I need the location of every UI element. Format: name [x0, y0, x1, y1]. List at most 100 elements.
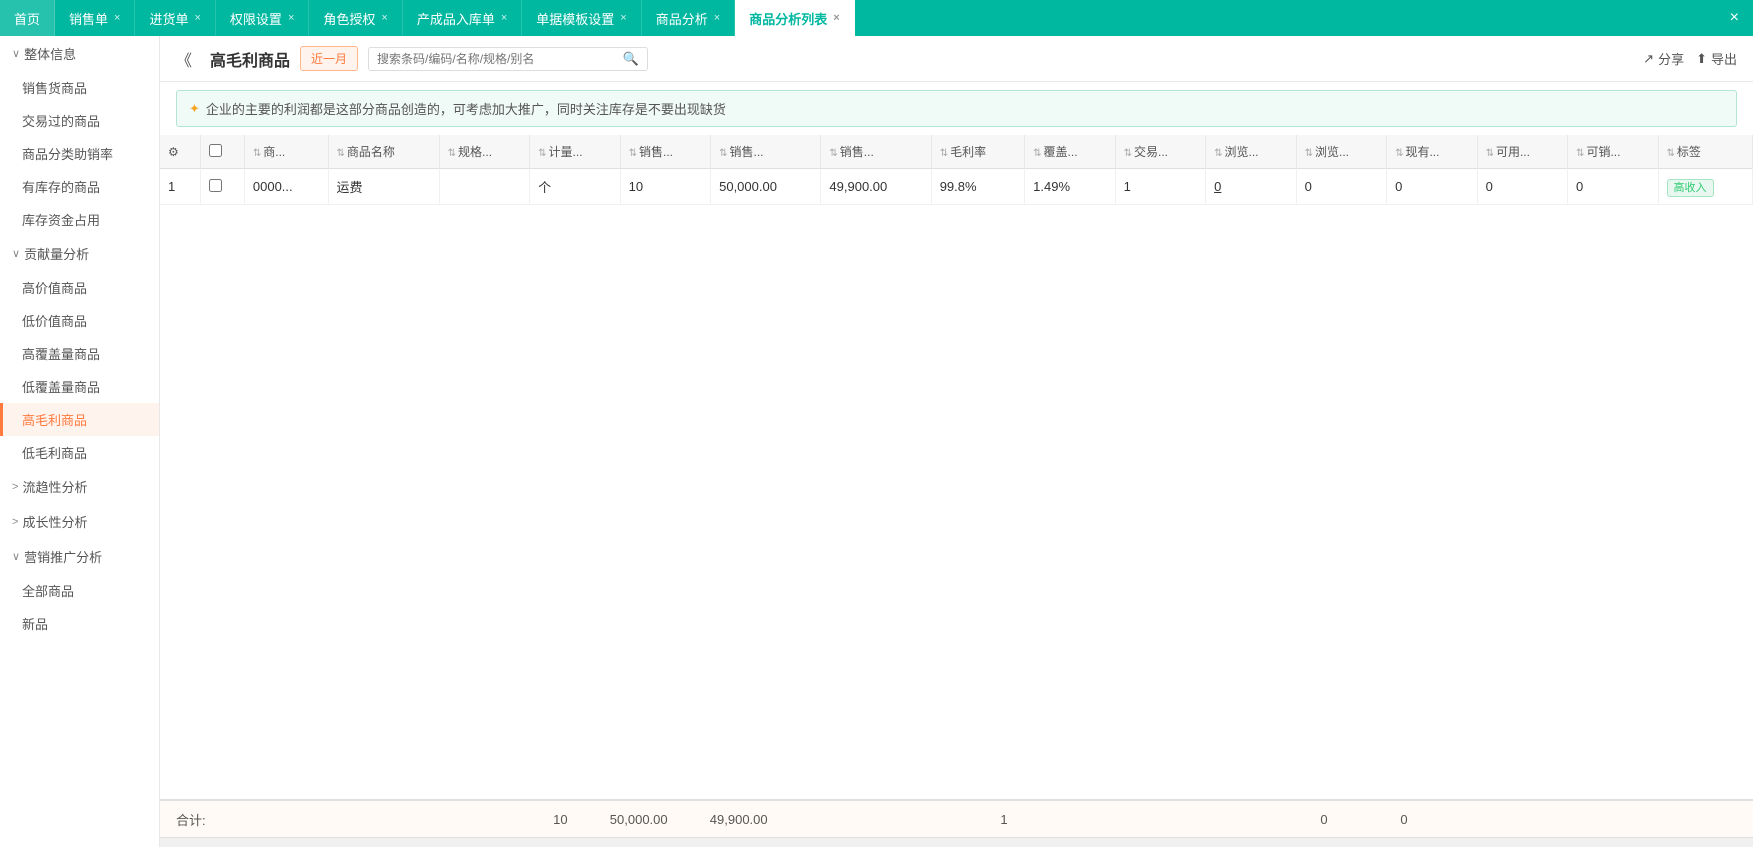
- sidebar-item-高覆盖量商品[interactable]: 高覆盖量商品: [0, 337, 159, 370]
- sidebar-item-商品分类助销率[interactable]: 商品分类助销率: [0, 137, 159, 170]
- sidebar-group-整体信息[interactable]: ∨整体信息: [0, 36, 159, 71]
- sidebar-item-高毛利商品[interactable]: 高毛利商品: [0, 403, 159, 436]
- chevron-icon: >: [12, 516, 18, 528]
- top-nav: 首页销售单 ×进货单 ×权限设置 ×角色授权 ×产成品入库单 ×单据模板设置 ×…: [0, 0, 1753, 36]
- cell-coverage: 1.49%: [1025, 169, 1115, 205]
- nav-close-icon[interactable]: ×: [833, 12, 839, 24]
- cell-checkbox[interactable]: [200, 169, 244, 205]
- col-header-sellable[interactable]: ⇅可销...: [1568, 135, 1658, 169]
- filter-period-button[interactable]: 近一月: [300, 46, 358, 71]
- col-header-browse2[interactable]: ⇅浏览...: [1296, 135, 1386, 169]
- browse-link[interactable]: 0: [1214, 179, 1221, 194]
- sidebar-group-label: 流趋性分析: [22, 477, 87, 496]
- sidebar-group-label: 整体信息: [24, 44, 76, 63]
- window-close-button[interactable]: ×: [1716, 9, 1753, 27]
- sidebar-item-高价值商品[interactable]: 高价值商品: [0, 271, 159, 304]
- footer-cell: [1016, 812, 1096, 827]
- sidebar-group-贡献量分析[interactable]: ∨贡献量分析: [0, 236, 159, 271]
- select-all-checkbox[interactable]: [209, 144, 222, 157]
- page-title: 高毛利商品: [210, 47, 290, 71]
- col-header-tag[interactable]: ⇅标签: [1658, 135, 1752, 169]
- sidebar-item-交易过的商品[interactable]: 交易过的商品: [0, 104, 159, 137]
- sidebar-collapse-button[interactable]: 《: [176, 47, 192, 71]
- col-header-settings[interactable]: ⚙: [160, 135, 200, 169]
- col-header-available[interactable]: ⇅可用...: [1477, 135, 1567, 169]
- nav-item-产成品入库单[interactable]: 产成品入库单 ×: [403, 0, 522, 36]
- col-header-spec[interactable]: ⇅规格...: [439, 135, 529, 169]
- cell-unit: 个: [530, 169, 620, 205]
- nav-item-权限设置[interactable]: 权限设置 ×: [216, 0, 309, 36]
- nav-item-角色授权[interactable]: 角色授权 ×: [309, 0, 402, 36]
- col-header-sales_cost[interactable]: ⇅销售...: [821, 135, 931, 169]
- search-icon[interactable]: 🔍: [623, 51, 639, 67]
- footer-cell: [856, 812, 936, 827]
- export-label: 导出: [1711, 49, 1737, 68]
- chevron-icon: >: [12, 481, 18, 493]
- nav-item-销售单[interactable]: 销售单 ×: [55, 0, 135, 36]
- footer-label: 合计:: [176, 810, 206, 829]
- nav-close-icon[interactable]: ×: [194, 12, 200, 24]
- col-header-coverage[interactable]: ⇅覆盖...: [1025, 135, 1115, 169]
- col-header-unit[interactable]: ⇅计量...: [530, 135, 620, 169]
- col-header-browse1[interactable]: ⇅浏览...: [1206, 135, 1296, 169]
- cell-gross_margin: 99.8%: [931, 169, 1024, 205]
- nav-close-icon[interactable]: ×: [114, 12, 120, 24]
- info-icon: ✦: [189, 101, 200, 117]
- footer-cell: 0: [1336, 812, 1416, 827]
- footer-cell: 50,000.00: [576, 812, 676, 827]
- nav-close-icon[interactable]: ×: [501, 12, 507, 24]
- search-box-container: 🔍: [368, 47, 648, 71]
- sidebar-item-有库存的商品[interactable]: 有库存的商品: [0, 170, 159, 203]
- cell-current_stock: 0: [1387, 169, 1477, 205]
- nav-close-icon[interactable]: ×: [381, 12, 387, 24]
- sidebar-item-低毛利商品[interactable]: 低毛利商品: [0, 436, 159, 469]
- sidebar-group-营销推广分析[interactable]: ∨营销推广分析: [0, 539, 159, 574]
- nav-close-icon[interactable]: ×: [288, 12, 294, 24]
- row-checkbox[interactable]: [209, 179, 222, 192]
- col-header-transaction[interactable]: ⇅交易...: [1115, 135, 1205, 169]
- horizontal-scrollbar[interactable]: [160, 837, 1753, 847]
- nav-close-icon[interactable]: ×: [714, 12, 720, 24]
- nav-item-单据模板设置[interactable]: 单据模板设置 ×: [522, 0, 641, 36]
- search-input[interactable]: [377, 52, 623, 66]
- sidebar-group-流趋性分析[interactable]: > 流趋性分析: [0, 469, 159, 504]
- footer-cell: [1176, 812, 1256, 827]
- footer-cell: [236, 812, 496, 827]
- nav-item-商品分析列表[interactable]: 商品分析列表 ×: [735, 0, 854, 36]
- table-wrapper[interactable]: ⚙⇅商...⇅商品名称⇅规格...⇅计量...⇅销售...⇅销售...⇅销售..…: [160, 135, 1753, 799]
- footer-values: 1050,000.0049,900.00100: [236, 812, 1737, 827]
- col-header-gross_margin[interactable]: ⇅毛利率: [931, 135, 1024, 169]
- footer-cell: 1: [936, 812, 1016, 827]
- sidebar-item-销售货商品[interactable]: 销售货商品: [0, 71, 159, 104]
- footer-cell: [776, 812, 856, 827]
- sidebar-group-label: 贡献量分析: [24, 244, 89, 263]
- sidebar-item-新品[interactable]: 新品: [0, 607, 159, 640]
- export-button[interactable]: ⬆ 导出: [1696, 49, 1737, 68]
- nav-close-icon[interactable]: ×: [620, 12, 626, 24]
- cell-browse2: 0: [1296, 169, 1386, 205]
- footer-cell: [1096, 812, 1176, 827]
- sidebar-item-库存资金占用[interactable]: 库存资金占用: [0, 203, 159, 236]
- sidebar-item-全部商品[interactable]: 全部商品: [0, 574, 159, 607]
- sidebar-group-成长性分析[interactable]: >成长性分析: [0, 504, 159, 539]
- sidebar: ∨整体信息销售货商品交易过的商品商品分类助销率有库存的商品库存资金占用∨贡献量分…: [0, 36, 160, 847]
- cell-name: 运费: [328, 169, 439, 205]
- nav-item-商品分析[interactable]: 商品分析 ×: [642, 0, 735, 36]
- table-row: 10000...运费个1050,000.0049,900.0099.8%1.49…: [160, 169, 1753, 205]
- nav-item-首页[interactable]: 首页: [0, 0, 55, 36]
- col-header-sales_qty[interactable]: ⇅销售...: [620, 135, 710, 169]
- col-header-checkbox[interactable]: [200, 135, 244, 169]
- nav-item-进货单[interactable]: 进货单 ×: [135, 0, 215, 36]
- sidebar-group-label: 营销推广分析: [24, 547, 102, 566]
- cell-browse1[interactable]: 0: [1206, 169, 1296, 205]
- col-header-name[interactable]: ⇅商品名称: [328, 135, 439, 169]
- cell-spec: [439, 169, 529, 205]
- col-header-code[interactable]: ⇅商...: [244, 135, 328, 169]
- sidebar-item-低覆盖量商品[interactable]: 低覆盖量商品: [0, 370, 159, 403]
- footer-cell: 10: [496, 812, 576, 827]
- data-table: ⚙⇅商...⇅商品名称⇅规格...⇅计量...⇅销售...⇅销售...⇅销售..…: [160, 135, 1753, 205]
- col-header-current_stock[interactable]: ⇅现有...: [1387, 135, 1477, 169]
- col-header-sales_amount[interactable]: ⇅销售...: [711, 135, 821, 169]
- sidebar-item-低价值商品[interactable]: 低价值商品: [0, 304, 159, 337]
- share-button[interactable]: ↗ 分享: [1643, 49, 1684, 68]
